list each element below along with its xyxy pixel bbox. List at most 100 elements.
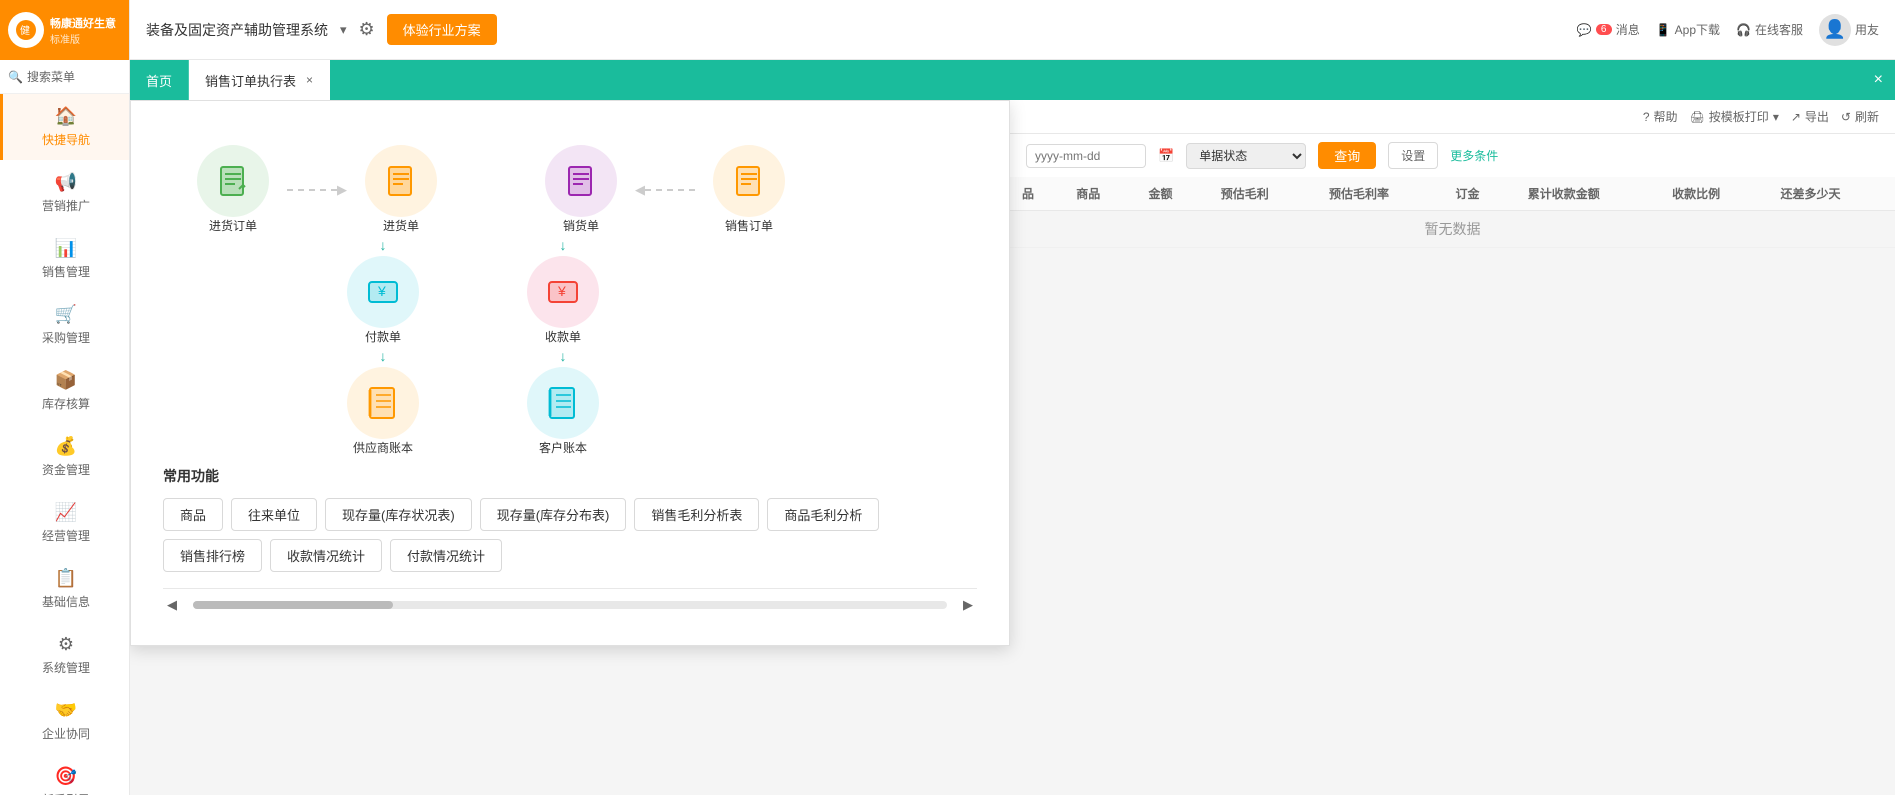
flow-node-payment[interactable]: ¥ 付款单 [333,256,433,345]
flow-node-stock-in[interactable]: 进货单 [351,145,451,234]
tab-sales-order[interactable]: 销售订单执行表 × [189,60,330,100]
user-profile[interactable]: 👤 用友 [1819,14,1879,46]
scroll-area: ◀ ▶ [163,588,977,621]
func-btn-7[interactable]: 收款情况统计 [270,539,382,572]
search-menu[interactable]: 🔍 搜索菜单 [0,60,129,94]
sidebar-item-finance[interactable]: 💰 资金管理 [0,424,129,490]
stock-in-label: 进货单 [383,217,419,234]
system-icon: ⚙ [58,634,74,655]
sidebar-item-system[interactable]: ⚙ 系统管理 [0,622,129,688]
purchase-icon: 🛒 [55,304,77,325]
help-btn[interactable]: ? 帮助 [1643,108,1678,125]
sidebar: 健 畅康通好生意 标准版 🔍 搜索菜单 🏠 快捷导航 📢 营销推广 📊 销售管理 [0,0,130,795]
inventory-icon: 📦 [55,370,77,391]
system-title: 装备及固定资产辅助管理系统 [146,20,328,40]
refresh-btn[interactable]: ↺ 刷新 [1841,108,1879,125]
date-input[interactable] [1026,144,1146,168]
sales-order-circle [713,145,785,217]
app-download-label: App下载 [1675,21,1720,38]
flow-node-customer-ledger[interactable]: 客户账本 [513,367,613,456]
set-btn[interactable]: 设置 [1388,142,1438,169]
sidebar-item-operations[interactable]: 📈 经营管理 [0,490,129,556]
func-btn-0[interactable]: 商品 [163,498,223,531]
sidebar-item-inventory[interactable]: 📦 库存核算 [0,358,129,424]
sales-order-label: 销售订单 [725,217,773,234]
flow-node-sales[interactable]: 销货单 [531,145,631,234]
message-btn[interactable]: 💬 6 消息 [1577,21,1640,38]
svg-text:健: 健 [20,25,30,37]
common-functions: 常用功能 商品 往来单位 现存量(库存状况表) 现存量(库存分布表) 销售毛利分… [163,466,977,588]
sales-circle [545,145,617,217]
down-arrow-2: ↓ [560,238,567,252]
supplier-ledger-label: 供应商账本 [353,439,413,456]
flow-node-purchase-order[interactable]: 进货订单 [183,145,283,234]
no-data-cell: 暂无数据 [1010,211,1895,248]
tab-close-right-btn[interactable]: × [1862,71,1895,89]
purchase-order-label: 进货订单 [209,217,257,234]
print-icon: 🖨 [1690,110,1705,124]
sidebar-item-guide[interactable]: 🎯 新手引导 [0,754,129,795]
service-icon: 🎧 [1736,23,1751,37]
col-days-left: 还差多少天 [1769,177,1895,211]
export-icon: ↗ [1791,110,1801,124]
sidebar-item-basic-info[interactable]: 📋 基础信息 [0,556,129,622]
query-btn[interactable]: 查询 [1318,142,1376,169]
no-data-row: 暂无数据 [1010,211,1895,248]
arrow-purchase-to-stock: ▶ [283,154,351,226]
func-buttons: 商品 往来单位 现存量(库存状况表) 现存量(库存分布表) 销售毛利分析表 商品… [163,498,977,531]
receipt-label: 收款单 [545,328,581,345]
scroll-left-btn[interactable]: ◀ [163,597,181,613]
col-deposit: 订金 [1443,177,1515,211]
scroll-right-btn[interactable]: ▶ [959,597,977,613]
basic-info-icon: 📋 [55,568,77,589]
flow-node-sales-order[interactable]: 销售订单 [699,145,799,234]
sidebar-item-quick-nav[interactable]: 🏠 快捷导航 [0,94,129,160]
flow-node-receipt[interactable]: ¥ 收款单 [513,256,613,345]
sidebar-label-10: 新手引导 [42,791,90,795]
sidebar-item-cooperation[interactable]: 🤝 企业协同 [0,688,129,754]
stock-in-circle [365,145,437,217]
down-arrow-1: ↓ [380,238,387,252]
logo-icon: 健 [8,12,44,48]
v-arrow-3: ↓ [333,349,433,363]
header-row: 品 商品 金额 预估毛利 预估毛利率 订金 累计收款金额 收款比例 还差多少天 [1010,177,1895,211]
guide-icon: 🎯 [55,766,77,787]
template-print-btn[interactable]: 🖨 按模板打印 ▾ [1690,108,1779,125]
flow-node-supplier-ledger[interactable]: 供应商账本 [333,367,433,456]
print-label: 按模板打印 [1709,108,1769,125]
right-toolbar: ? 帮助 🖨 按模板打印 ▾ ↗ 导出 ↺ 刷新 [1010,100,1895,134]
help-label: 帮助 [1654,108,1678,125]
func-btn-4[interactable]: 销售毛利分析表 [634,498,759,531]
download-icon: 📱 [1656,23,1671,37]
func-btn-2[interactable]: 现存量(库存状况表) [325,498,472,531]
home-icon: 🏠 [55,106,77,127]
tab-home[interactable]: 首页 [130,60,189,100]
sidebar-item-sales[interactable]: 📊 销售管理 [0,226,129,292]
app-download-btn[interactable]: 📱 App下载 [1656,21,1720,38]
sidebar-item-marketing[interactable]: 📢 营销推广 [0,160,129,226]
table-body: 暂无数据 [1010,211,1895,248]
sidebar-item-purchase[interactable]: 🛒 采购管理 [0,292,129,358]
scrollbar-track[interactable] [193,601,947,609]
order-status-select[interactable]: 单据状态 [1186,143,1306,169]
settings-btn[interactable]: ⚙ [359,19,375,40]
scrollbar-thumb [193,601,393,609]
online-service-btn[interactable]: 🎧 在线客服 [1736,21,1803,38]
export-btn[interactable]: ↗ 导出 [1791,108,1829,125]
func-btn-8[interactable]: 付款情况统计 [390,539,502,572]
app-version: 标准版 [50,31,116,46]
experience-btn[interactable]: 体验行业方案 [387,14,497,45]
func-btn-5[interactable]: 商品毛利分析 [767,498,879,531]
refresh-icon: ↺ [1841,110,1851,124]
more-conditions-link[interactable]: 更多条件 [1450,147,1498,164]
customer-ledger-label: 客户账本 [539,439,587,456]
table-header: 品 商品 金额 预估毛利 预估毛利率 订金 累计收款金额 收款比例 还差多少天 [1010,177,1895,211]
col-collect-ratio: 收款比例 [1660,177,1768,211]
func-btn-6[interactable]: 销售排行榜 [163,539,262,572]
tab-close-icon[interactable]: × [306,73,313,87]
finance-icon: 💰 [55,436,77,457]
func-btn-3[interactable]: 现存量(库存分布表) [480,498,627,531]
data-table: 品 商品 金额 预估毛利 预估毛利率 订金 累计收款金额 收款比例 还差多少天 [1010,177,1895,248]
func-btn-1[interactable]: 往来单位 [231,498,317,531]
dropdown-icon[interactable]: ▾ [340,22,347,38]
